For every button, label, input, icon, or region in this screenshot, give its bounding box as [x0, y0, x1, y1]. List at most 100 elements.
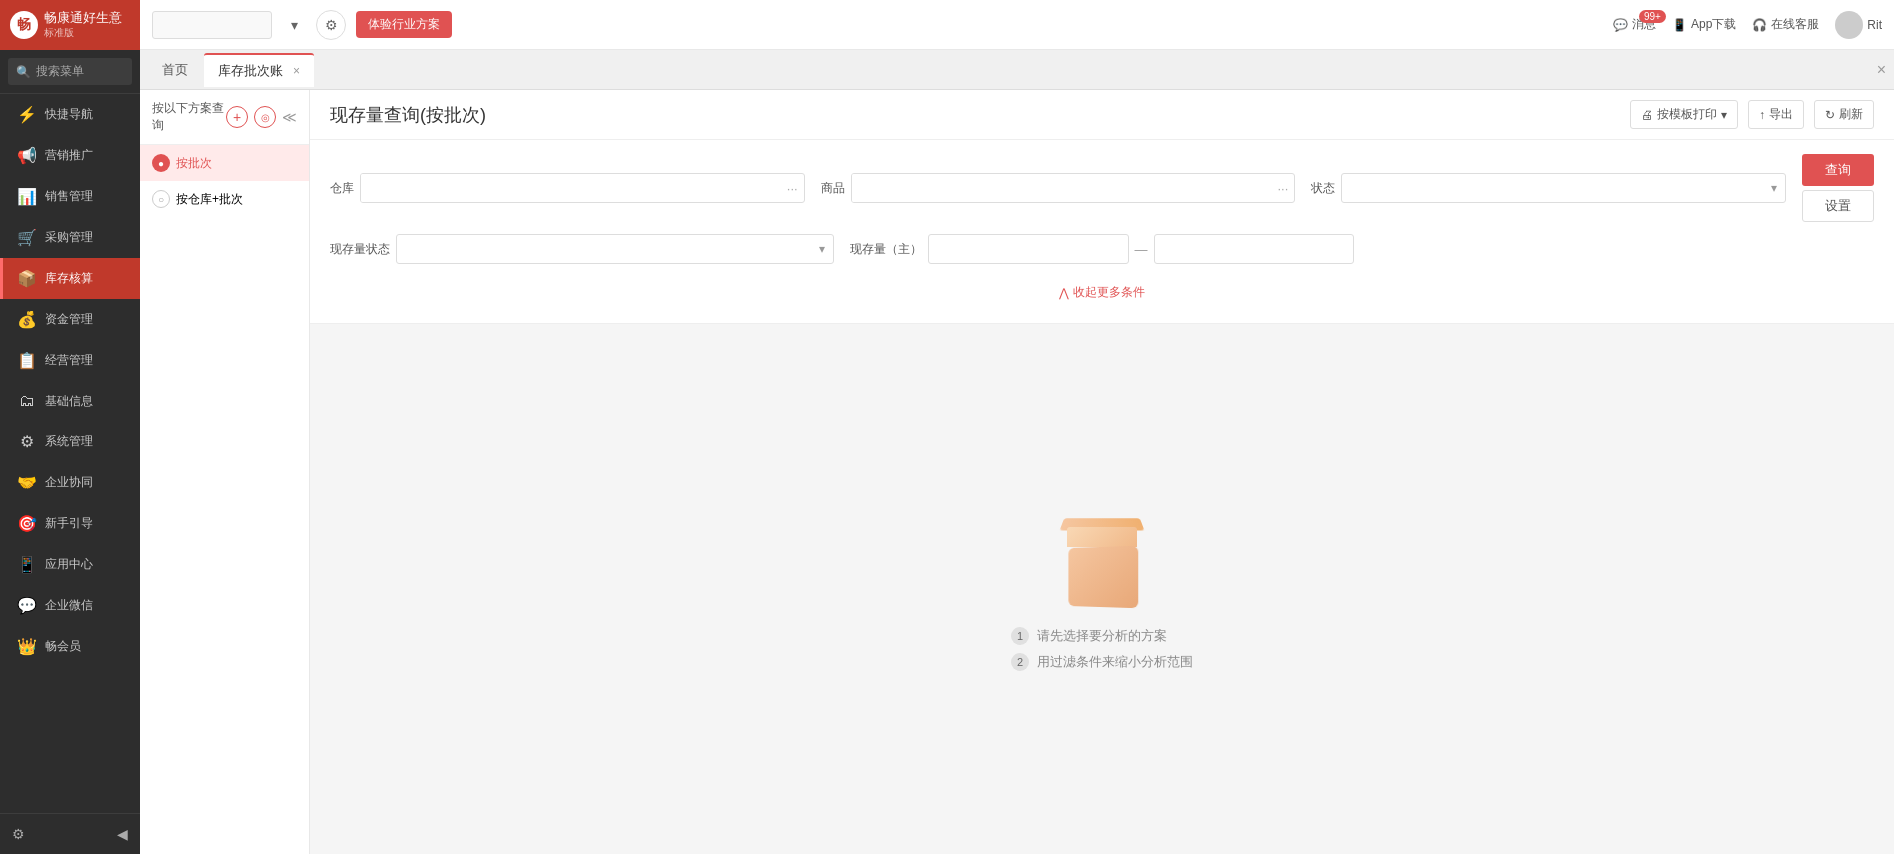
page-header: 现存量查询(按批次) 🖨 按模板打印 ▾ ↑ 导出 ↻ 刷新: [310, 90, 1894, 140]
topbar-settings-button[interactable]: ⚙: [316, 10, 346, 40]
sidebar-item-system[interactable]: ⚙ 系统管理: [0, 421, 140, 462]
sidebar-item-purchase[interactable]: 🛒 采购管理: [0, 217, 140, 258]
query-button[interactable]: 查询: [1802, 154, 1874, 186]
sidebar-item-quick-nav[interactable]: ⚡ 快捷导航: [0, 94, 140, 135]
panel-collapse-button[interactable]: ≪: [282, 109, 297, 125]
wechat-icon: 💬: [17, 596, 37, 615]
sidebar-item-member[interactable]: 👑 畅会员: [0, 626, 140, 667]
tabbar: 首页 库存批次账 × ×: [140, 50, 1894, 90]
settings-icon[interactable]: ⚙: [8, 822, 29, 846]
marketing-icon: 📢: [17, 146, 37, 165]
user-avatar: [1835, 11, 1863, 39]
message-icon: 💬: [1613, 18, 1628, 32]
app-download-button[interactable]: 📱 App下载: [1672, 16, 1736, 33]
finance-icon: 💰: [17, 310, 37, 329]
empty-illustration: [1052, 507, 1152, 607]
hint-text-2: 用过滤条件来缩小分析范围: [1037, 653, 1193, 671]
scheme-active-icon: ●: [152, 154, 170, 172]
empty-state: 1 请先选择要分析的方案 2 用过滤条件来缩小分析范围: [310, 324, 1894, 854]
status-select[interactable]: ▾: [1341, 173, 1786, 203]
filter-warehouse: 仓库 ···: [330, 173, 805, 203]
refresh-label: 刷新: [1839, 106, 1863, 123]
sidebar-item-label: 企业微信: [45, 597, 93, 614]
scheme-item-by-batch[interactable]: ● 按批次: [140, 145, 309, 181]
scheme-label-by-batch: 按批次: [176, 155, 212, 172]
topbar-dropdown-button[interactable]: ▾: [282, 13, 306, 37]
stock-status-select[interactable]: ▾: [396, 234, 834, 264]
left-panel-header: 按以下方案查询 + ◎ ≪: [140, 90, 309, 145]
online-service-button[interactable]: 🎧 在线客服: [1752, 16, 1819, 33]
sidebar-item-label: 资金管理: [45, 311, 93, 328]
sidebar-item-enterprise-wechat[interactable]: 💬 企业微信: [0, 585, 140, 626]
stock-qty-from-input[interactable]: [928, 234, 1129, 264]
messages-button[interactable]: 💬 消息 99+: [1613, 16, 1656, 33]
sidebar-item-operations[interactable]: 📋 经营管理: [0, 340, 140, 381]
topbar: ▾ ⚙ 体验行业方案 💬 消息 99+ 📱 App下载 🎧 在线客服 Rit: [140, 0, 1894, 50]
app-title: 畅康通好生意: [44, 10, 122, 27]
user-menu-button[interactable]: Rit: [1835, 11, 1882, 39]
inventory-icon: 📦: [17, 269, 37, 288]
phone-icon: 📱: [1672, 18, 1687, 32]
trial-button[interactable]: 体验行业方案: [356, 11, 452, 38]
search-menu-button[interactable]: 🔍 搜索菜单: [8, 58, 132, 85]
scheme-label-by-warehouse-batch: 按仓库+批次: [176, 191, 243, 208]
collapse-sidebar-button[interactable]: ◀: [113, 822, 132, 846]
topbar-search-input[interactable]: [152, 11, 272, 39]
sidebar-item-marketing[interactable]: 📢 营销推广: [0, 135, 140, 176]
sales-icon: 📊: [17, 187, 37, 206]
quick-nav-icon: ⚡: [17, 105, 37, 124]
online-service-label: 在线客服: [1771, 16, 1819, 33]
tab-inventory-batch[interactable]: 库存批次账 ×: [204, 53, 314, 87]
product-dots-button[interactable]: ···: [1272, 181, 1295, 196]
stock-qty-to-input[interactable]: [1154, 234, 1355, 264]
sidebar-item-new-guide[interactable]: 🎯 新手引导: [0, 503, 140, 544]
sidebar-item-label: 采购管理: [45, 229, 93, 246]
sidebar-search-area: 🔍 搜索菜单: [0, 50, 140, 94]
tab-inventory-batch-label: 库存批次账: [218, 62, 283, 80]
hint-number-2: 2: [1011, 653, 1029, 671]
print-button[interactable]: 🖨 按模板打印 ▾: [1630, 100, 1738, 129]
add-scheme-button[interactable]: +: [226, 106, 248, 128]
sidebar-item-inventory[interactable]: 📦 库存核算: [0, 258, 140, 299]
app-download-label: App下载: [1691, 16, 1736, 33]
sidebar: 畅 畅康通好生意 标准版 🔍 搜索菜单 ⚡ 快捷导航 📢 营销推广 📊 销售管理…: [0, 0, 140, 854]
sidebar-nav: ⚡ 快捷导航 📢 营销推广 📊 销售管理 🛒 采购管理 📦 库存核算 💰 资金管…: [0, 94, 140, 813]
refresh-button[interactable]: ↻ 刷新: [1814, 100, 1874, 129]
hint-item-2: 2 用过滤条件来缩小分析范围: [1011, 653, 1193, 671]
product-filter-label: 商品: [821, 180, 845, 197]
export-button[interactable]: ↑ 导出: [1748, 100, 1804, 129]
target-scheme-button[interactable]: ◎: [254, 106, 276, 128]
collapse-arrow-icon: ⋀: [1059, 286, 1069, 300]
filter-settings-button[interactable]: 设置: [1802, 190, 1874, 222]
tab-close-button[interactable]: ×: [293, 64, 300, 78]
tab-panel-close-button[interactable]: ×: [1877, 61, 1886, 79]
scheme-item-by-warehouse-batch[interactable]: ○ 按仓库+批次: [140, 181, 309, 217]
scheme-inactive-icon: ○: [152, 190, 170, 208]
messages-badge: 99+: [1639, 10, 1666, 23]
status-filter-label: 状态: [1311, 180, 1335, 197]
sidebar-item-enterprise-collab[interactable]: 🤝 企业协同: [0, 462, 140, 503]
sidebar-item-label: 系统管理: [45, 433, 93, 450]
app-edition: 标准版: [44, 26, 122, 40]
warehouse-input[interactable]: [361, 174, 781, 202]
stock-qty-label: 现存量（主）: [850, 241, 922, 258]
sidebar-item-app-center[interactable]: 📱 应用中心: [0, 544, 140, 585]
sidebar-item-finance[interactable]: 💰 资金管理: [0, 299, 140, 340]
purchase-icon: 🛒: [17, 228, 37, 247]
system-icon: ⚙: [17, 432, 37, 451]
tab-home[interactable]: 首页: [148, 53, 202, 87]
sidebar-item-label: 营销推广: [45, 147, 93, 164]
sidebar-item-sales[interactable]: 📊 销售管理: [0, 176, 140, 217]
product-input[interactable]: [852, 174, 1272, 202]
guide-icon: 🎯: [17, 514, 37, 533]
sidebar-item-label: 应用中心: [45, 556, 93, 573]
sidebar-footer: ⚙ ◀: [0, 813, 140, 854]
range-separator: —: [1135, 242, 1148, 257]
user-name: Rit: [1867, 18, 1882, 32]
sidebar-item-basic-info[interactable]: 🗂 基础信息: [0, 381, 140, 421]
export-icon: ↑: [1759, 108, 1765, 122]
box-body: [1068, 546, 1138, 608]
sidebar-header: 畅 畅康通好生意 标准版: [0, 0, 140, 50]
collapse-more-button[interactable]: ⋀ 收起更多条件: [330, 276, 1874, 309]
warehouse-dots-button[interactable]: ···: [781, 181, 804, 196]
